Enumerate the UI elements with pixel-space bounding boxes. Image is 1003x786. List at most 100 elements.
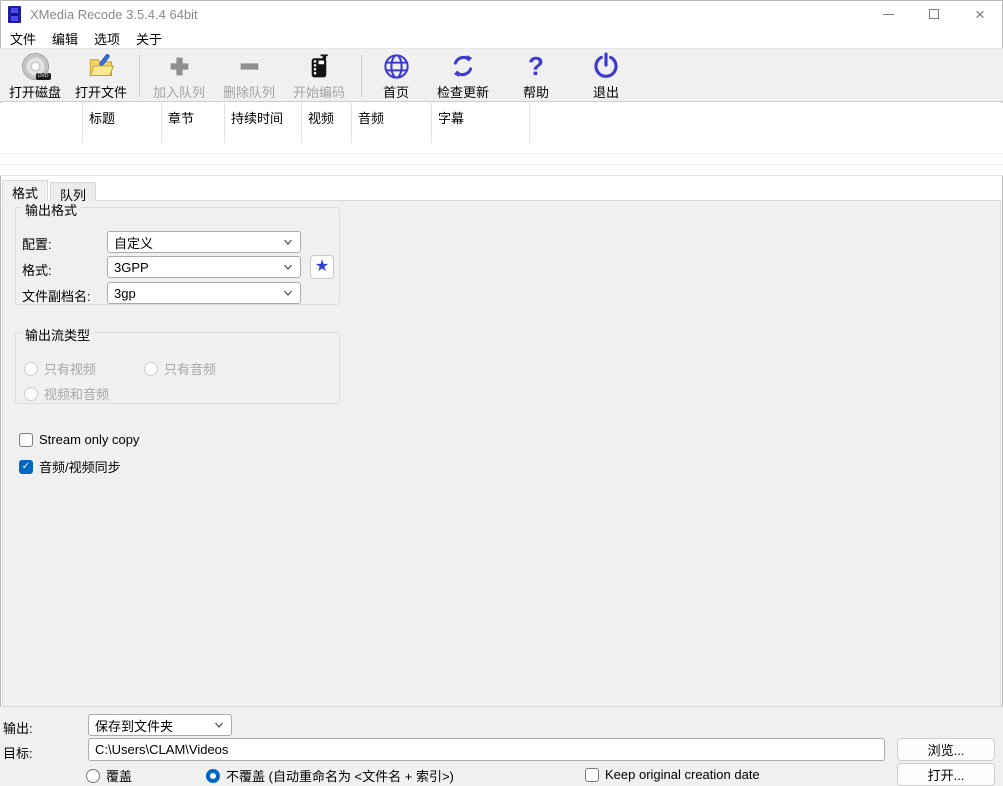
open-disc-button[interactable]: DVD 打开磁盘 [4, 51, 66, 101]
window-title: XMedia Recode 3.5.4.4 64bit [30, 7, 198, 22]
video-and-audio-label: 视频和音频 [44, 384, 109, 403]
radio-selected-icon [206, 769, 220, 783]
stream-only-copy-checkbox[interactable]: Stream only copy [19, 432, 139, 447]
app-window: XMedia Recode 3.5.4.4 64bit × 文件 编辑 选项 关… [0, 0, 1003, 786]
table-row [0, 165, 1003, 176]
column-header-subtitle[interactable]: 字幕 [432, 103, 530, 143]
minimize-button[interactable] [865, 0, 911, 28]
disc-icon: DVD [22, 51, 49, 81]
av-sync-checkbox[interactable]: ✓ 音频/视频同步 [19, 457, 121, 476]
toolbar-separator [139, 55, 140, 97]
question-icon: ? [528, 51, 544, 81]
profile-label: 配置: [22, 234, 52, 253]
column-header-blank[interactable] [0, 103, 83, 143]
output-panel: 输出: 保存到文件夹 目标: C:\Users\CLAM\Videos 浏览..… [0, 707, 1003, 786]
format-label: 格式: [22, 260, 52, 279]
minimize-icon [883, 14, 894, 15]
table-row [0, 154, 1003, 165]
file-list-header: 标题 章节 持续时间 视频 音频 字幕 [0, 103, 1003, 143]
stream-type-group: 输出流类型 只有视频 只有音频 视频和音频 [15, 332, 340, 404]
profile-value: 自定义 [114, 233, 153, 252]
tab-format[interactable]: 格式 [2, 180, 48, 201]
remove-from-queue-button: 删除队列 [217, 51, 281, 101]
checkbox-icon [19, 433, 33, 447]
help-button[interactable]: ? 帮助 [510, 51, 562, 101]
column-header-audio[interactable]: 音频 [352, 103, 432, 143]
plus-icon [167, 51, 192, 81]
extension-value: 3gp [114, 286, 136, 301]
radio-icon [24, 362, 38, 376]
menu-edit[interactable]: 编辑 [44, 29, 86, 48]
video-and-audio-radio: 视频和音频 [24, 384, 109, 403]
radio-icon [144, 362, 158, 376]
toolbar: DVD 打开磁盘 打开文件 加入队列 删除队列 [0, 48, 1003, 102]
check-update-button[interactable]: 检查更新 [428, 51, 498, 101]
overwrite-radio[interactable]: 覆盖 [86, 766, 132, 785]
target-path-input[interactable]: C:\Users\CLAM\Videos [88, 738, 885, 761]
encode-camera-icon [307, 51, 332, 81]
menu-file[interactable]: 文件 [2, 29, 44, 48]
table-row [0, 143, 1003, 154]
format-tab-page: 输出格式 配置: 自定义 格式: 3GPP ★ 文件副档名: 3gp 输出流类型 [2, 200, 1001, 707]
chevron-down-icon [282, 261, 294, 273]
open-output-button[interactable]: 打开... [897, 763, 995, 786]
menu-about[interactable]: 关于 [128, 29, 170, 48]
globe-icon [382, 51, 411, 81]
refresh-icon [449, 51, 477, 81]
output-label: 输出: [3, 718, 33, 737]
column-header-filler [530, 103, 1003, 143]
chevron-down-icon [282, 287, 294, 299]
profile-select[interactable]: 自定义 [107, 231, 301, 253]
tab-queue[interactable]: 队列 [50, 182, 96, 201]
open-folder-icon [87, 51, 116, 81]
av-sync-label: 音频/视频同步 [39, 457, 121, 476]
radio-icon [24, 387, 38, 401]
target-label: 目标: [3, 743, 33, 762]
minus-icon [237, 51, 262, 81]
keep-date-checkbox[interactable]: Keep original creation date [585, 767, 760, 782]
favorite-format-button[interactable]: ★ [310, 255, 334, 279]
column-header-video[interactable]: 视频 [302, 103, 352, 143]
menubar: 文件 编辑 选项 关于 [0, 28, 1003, 48]
checkbox-checked-icon: ✓ [19, 460, 33, 474]
checkbox-icon [585, 768, 599, 782]
video-only-label: 只有视频 [44, 359, 96, 378]
power-icon [592, 51, 620, 81]
column-header-chapter[interactable]: 章节 [162, 103, 225, 143]
overwrite-label: 覆盖 [106, 766, 132, 785]
close-icon: × [975, 6, 985, 23]
menu-options[interactable]: 选项 [86, 29, 128, 48]
output-mode-select[interactable]: 保存到文件夹 [88, 714, 232, 736]
close-button[interactable]: × [957, 0, 1003, 28]
audio-only-radio: 只有音频 [144, 359, 216, 378]
format-select[interactable]: 3GPP [107, 256, 301, 278]
output-format-group: 输出格式 配置: 自定义 格式: 3GPP ★ 文件副档名: 3gp [15, 207, 340, 305]
browse-button[interactable]: 浏览... [897, 738, 995, 761]
start-encode-button: 开始编码 [287, 51, 351, 101]
video-only-radio: 只有视频 [24, 359, 96, 378]
maximize-icon [929, 9, 939, 19]
radio-icon [86, 769, 100, 783]
chevron-down-icon [282, 236, 294, 248]
chevron-down-icon [213, 719, 225, 731]
star-icon: ★ [315, 259, 329, 275]
window-controls: × [865, 0, 1003, 28]
homepage-button[interactable]: 首页 [372, 51, 420, 101]
column-header-duration[interactable]: 持续时间 [225, 103, 302, 143]
stream-type-group-title: 输出流类型 [22, 325, 93, 344]
format-value: 3GPP [114, 260, 149, 275]
open-file-button[interactable]: 打开文件 [70, 51, 132, 101]
output-mode-value: 保存到文件夹 [95, 716, 173, 735]
audio-only-label: 只有音频 [164, 359, 216, 378]
extension-label: 文件副档名: [22, 286, 91, 305]
stream-only-copy-label: Stream only copy [39, 432, 139, 447]
no-overwrite-radio[interactable]: 不覆盖 (自动重命名为 <文件名 + 索引>) [206, 766, 454, 785]
app-icon [8, 6, 21, 23]
column-header-title[interactable]: 标题 [83, 103, 162, 143]
file-list-table[interactable]: 标题 章节 持续时间 视频 音频 字幕 [0, 103, 1003, 176]
toolbar-separator [361, 55, 362, 97]
exit-button[interactable]: 退出 [578, 51, 634, 101]
keep-date-label: Keep original creation date [605, 767, 760, 782]
maximize-button[interactable] [911, 0, 957, 28]
extension-select[interactable]: 3gp [107, 282, 301, 304]
